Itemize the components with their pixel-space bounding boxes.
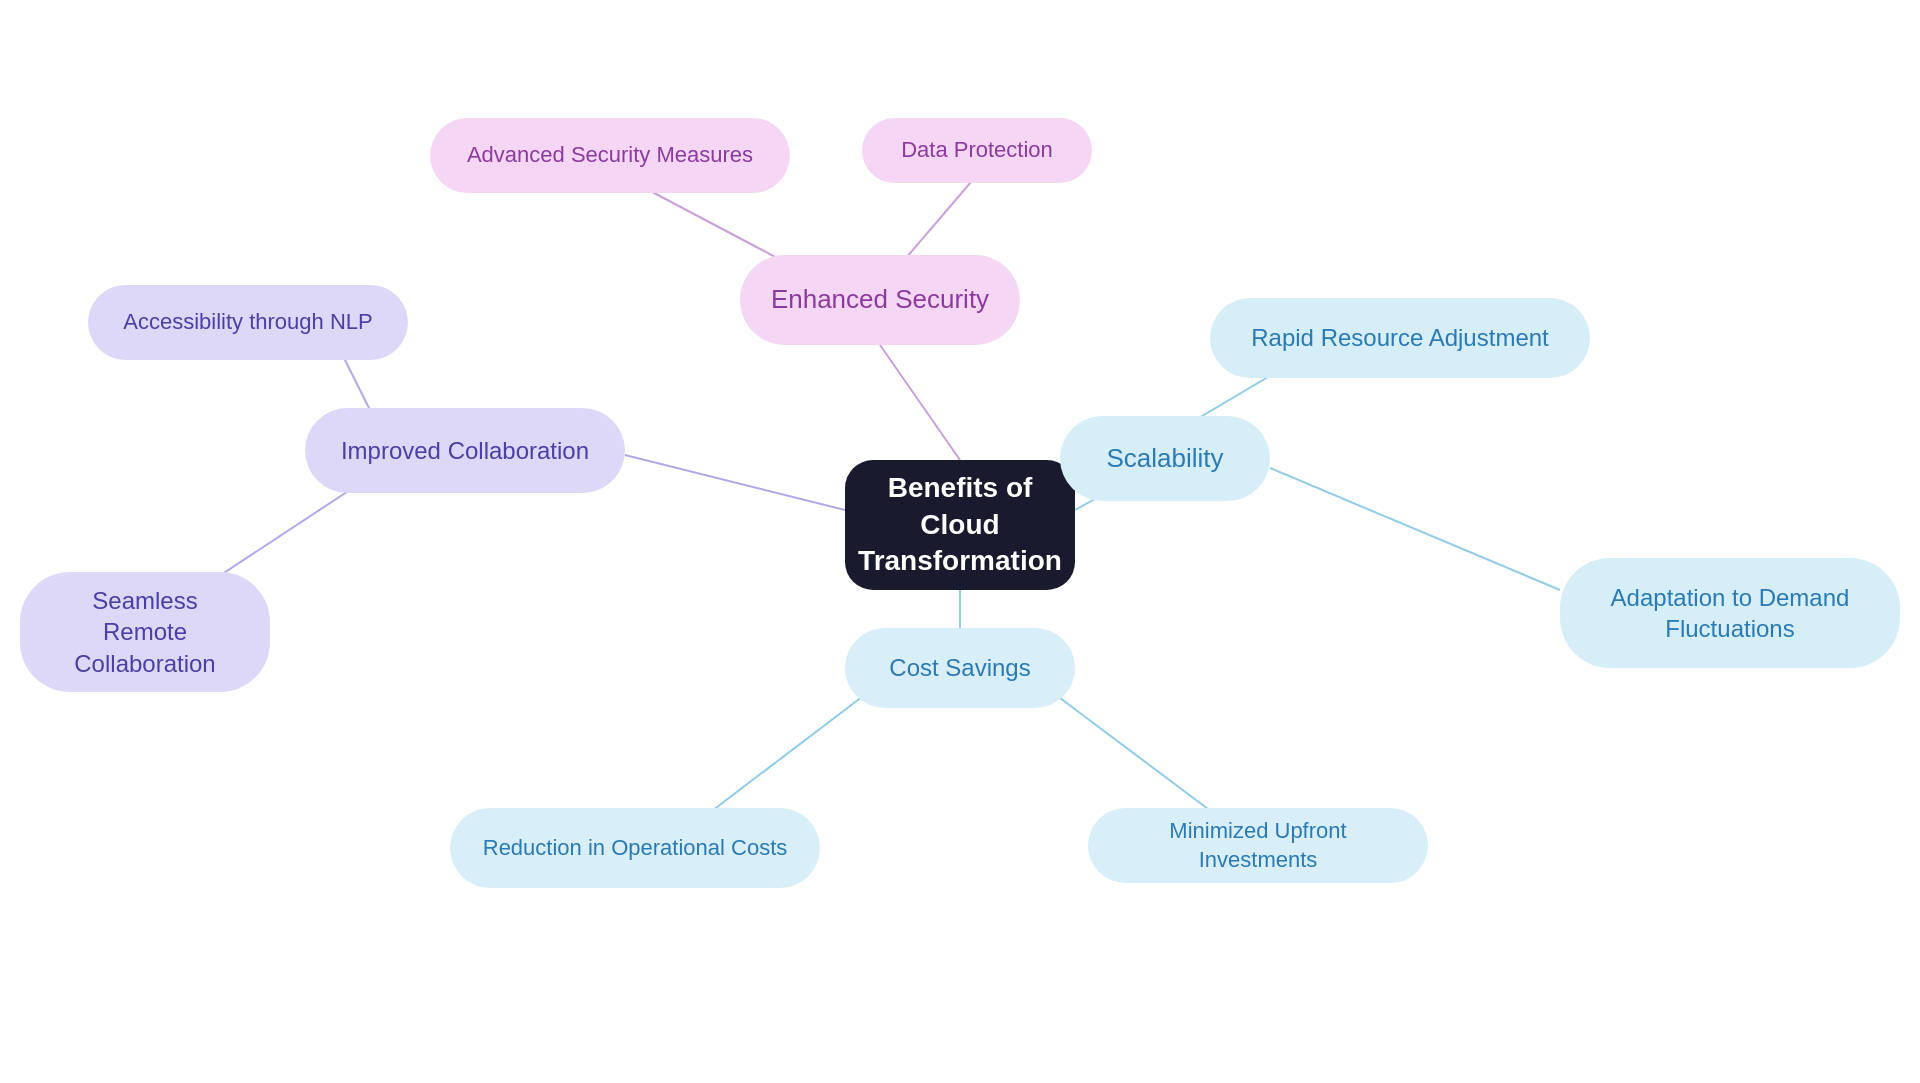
svg-line-8 — [1270, 468, 1560, 590]
improved-collab-node: Improved Collaboration — [305, 408, 625, 493]
rapid-resource-node: Rapid Resource Adjustment — [1210, 298, 1590, 378]
seamless-remote-node: Seamless Remote Collaboration — [20, 572, 270, 692]
advanced-security-node: Advanced Security Measures — [430, 118, 790, 193]
cost-savings-node: Cost Savings — [845, 628, 1075, 708]
enhanced-security-node: Enhanced Security — [740, 255, 1020, 345]
svg-line-0 — [880, 345, 960, 460]
scalability-node: Scalability — [1060, 416, 1270, 501]
svg-line-2 — [900, 175, 977, 265]
data-protection-node: Data Protection — [862, 118, 1092, 183]
adaptation-node: Adaptation to Demand Fluctuations — [1560, 558, 1900, 668]
svg-line-3 — [625, 455, 845, 510]
reduction-node: Reduction in Operational Costs — [450, 808, 820, 888]
center-node: Benefits of Cloud Transformation — [845, 460, 1075, 590]
minimized-node: Minimized Upfront Investments — [1088, 808, 1428, 883]
accessibility-node: Accessibility through NLP — [88, 285, 408, 360]
